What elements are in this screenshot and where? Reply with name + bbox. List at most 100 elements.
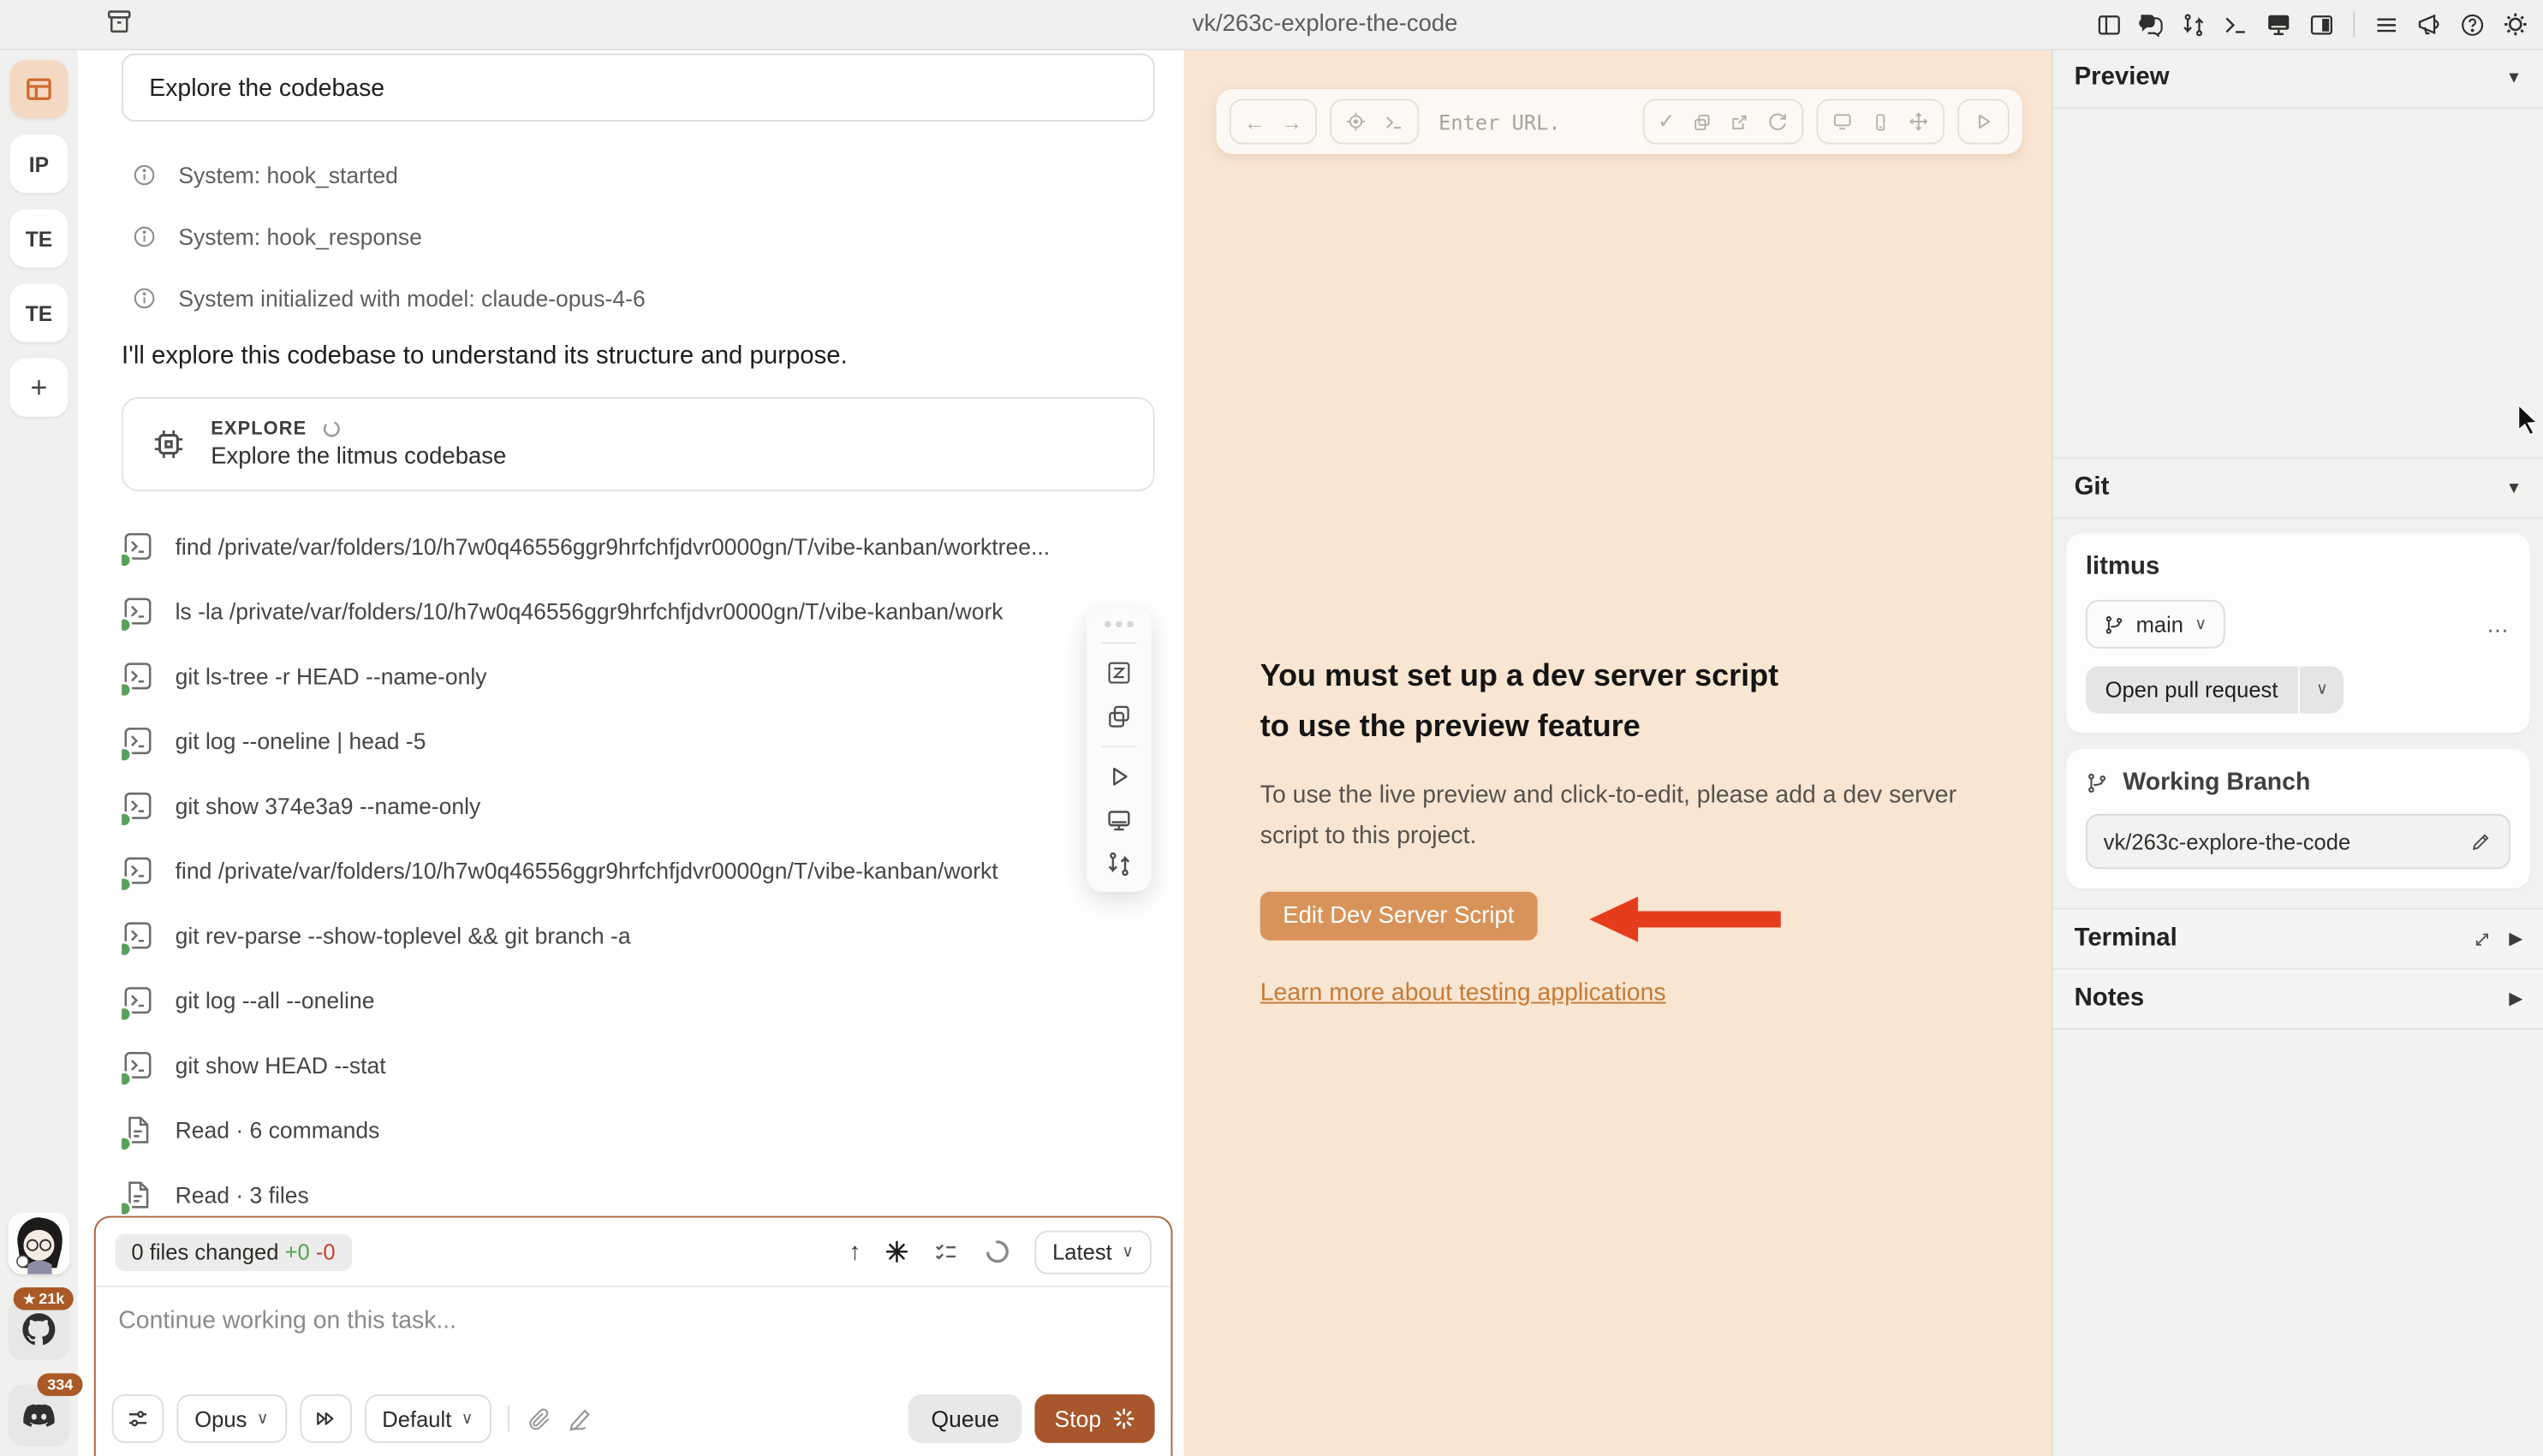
- step-row[interactable]: git log --all --oneline: [122, 968, 1155, 1033]
- discord-icon: [20, 1396, 58, 1435]
- toolbar-divider: [2353, 11, 2355, 37]
- floating-actions-toolbar: [1087, 608, 1152, 891]
- sidebar-item-kanban-active[interactable]: [9, 60, 68, 118]
- mobile-view-icon[interactable]: [1870, 111, 1891, 133]
- task-title-card[interactable]: Explore the codebase: [122, 54, 1155, 122]
- device-group: [1816, 99, 1944, 145]
- preview-pane: ← → Enter URL. ✓: [1184, 49, 2052, 1456]
- sparkle-icon[interactable]: [884, 1239, 909, 1264]
- back-icon[interactable]: ←: [1244, 110, 1266, 134]
- step-row[interactable]: git show HEAD --stat: [122, 1033, 1155, 1098]
- base-branch-dropdown[interactable]: main ∨: [2086, 600, 2224, 649]
- step-row[interactable]: ls -la /private/var/folders/10/h7w0q4655…: [122, 579, 1155, 644]
- explore-title: Explore the litmus codebase: [211, 444, 506, 470]
- chat-icon[interactable]: [2137, 10, 2165, 38]
- explore-tool-card[interactable]: EXPLORE Explore the litmus codebase: [122, 397, 1155, 491]
- toggle-right-panel-icon[interactable]: [2308, 10, 2335, 38]
- files-changed-bar: 0 files changed +0 -0 ↑ Latest∨: [96, 1217, 1171, 1287]
- fast-forward-button[interactable]: [300, 1394, 352, 1443]
- sidebar-item-workspace-te1[interactable]: TE: [9, 209, 68, 267]
- sidebar-item-workspace-te2[interactable]: TE: [9, 283, 68, 342]
- file-read-icon: [122, 1179, 154, 1211]
- step-row[interactable]: git show 374e3a9 --name-only: [122, 774, 1155, 839]
- monitor-icon[interactable]: [2264, 9, 2293, 39]
- working-branch-value: vk/263c-explore-the-code: [2104, 829, 2351, 853]
- notes-section-header[interactable]: Notes ▶: [2053, 970, 2543, 1030]
- discord-count-badge: 334: [38, 1373, 83, 1396]
- scroll-up-icon[interactable]: ↑: [849, 1238, 861, 1265]
- more-options-icon[interactable]: …: [2486, 611, 2510, 637]
- github-link[interactable]: ★21k: [8, 1299, 69, 1360]
- check-icon[interactable]: ✓: [1658, 109, 1676, 134]
- copy-icon[interactable]: [1105, 702, 1134, 731]
- triangle-down-icon: ▼: [2506, 69, 2522, 87]
- checklist-icon[interactable]: [932, 1238, 960, 1265]
- settings-gear-icon[interactable]: [2501, 9, 2530, 39]
- open-pull-request-button[interactable]: Open pull request: [2086, 666, 2297, 713]
- preview-section-body: [2053, 109, 2543, 459]
- monitor-icon[interactable]: [1105, 805, 1134, 835]
- edit-dev-server-script-button[interactable]: Edit Dev Server Script: [1260, 892, 1537, 941]
- git-compare-icon[interactable]: [1105, 850, 1134, 879]
- refresh-icon[interactable]: [1766, 110, 1790, 134]
- desktop-view-icon[interactable]: [1831, 110, 1854, 134]
- step-row[interactable]: git rev-parse --show-toplevel && git bra…: [122, 903, 1155, 968]
- play-icon[interactable]: [1972, 110, 1995, 134]
- working-branch-card: Working Branch vk/263c-explore-the-code: [2066, 749, 2530, 888]
- toggle-left-panel-icon[interactable]: [2095, 10, 2123, 38]
- sidebar-item-workspace-ip[interactable]: IP: [9, 134, 68, 193]
- megaphone-icon[interactable]: [2415, 9, 2444, 39]
- preview-section-header[interactable]: Preview ▼: [2053, 49, 2543, 109]
- run-group: [1957, 99, 2010, 145]
- git-compare-icon[interactable]: [2180, 10, 2207, 38]
- play-icon[interactable]: [1105, 762, 1134, 791]
- signature-pen-icon[interactable]: [566, 1404, 595, 1433]
- message-input[interactable]: [96, 1287, 1109, 1344]
- open-pull-request-dropdown[interactable]: ∨: [2300, 666, 2344, 713]
- git-section-title: Git: [2075, 473, 2110, 502]
- target-icon[interactable]: [1344, 110, 1367, 134]
- forward-icon[interactable]: →: [1281, 110, 1302, 134]
- chat-scroll-area[interactable]: Explore the codebase System: hook_starte…: [122, 54, 1155, 1249]
- step-row[interactable]: Read · 6 commands: [122, 1097, 1155, 1162]
- queue-button[interactable]: Queue: [908, 1394, 1022, 1443]
- open-in-zed-icon[interactable]: [1105, 658, 1134, 687]
- open-external-icon[interactable]: [1729, 111, 1750, 133]
- git-section-header[interactable]: Git ▼: [2053, 459, 2543, 519]
- settings-sliders-button[interactable]: [112, 1394, 164, 1443]
- step-row[interactable]: find /private/var/folders/10/h7w0q46556g…: [122, 838, 1155, 903]
- menu-icon[interactable]: [2373, 10, 2400, 38]
- add-workspace-button[interactable]: +: [9, 359, 68, 417]
- working-branch-field[interactable]: vk/263c-explore-the-code: [2086, 814, 2510, 869]
- learn-more-link[interactable]: Learn more about testing applications: [1260, 979, 1666, 1007]
- edit-pencil-icon[interactable]: [2470, 830, 2493, 853]
- url-input[interactable]: Enter URL.: [1432, 110, 1630, 134]
- expand-icon[interactable]: [2472, 928, 2493, 949]
- copy-icon[interactable]: [1692, 111, 1713, 133]
- workspace-initials: TE: [26, 300, 52, 324]
- terminal-icon[interactable]: [2222, 10, 2249, 38]
- attach-file-icon[interactable]: [525, 1405, 552, 1432]
- top-bar: vk/263c-explore-the-code: [0, 0, 2543, 51]
- step-row[interactable]: git ls-tree -r HEAD --name-only: [122, 644, 1155, 709]
- profile-dropdown[interactable]: Default∨: [364, 1394, 491, 1443]
- help-icon[interactable]: [2459, 10, 2486, 38]
- terminal-section-header[interactable]: Terminal ▶: [2053, 910, 2543, 970]
- step-row[interactable]: find /private/var/folders/10/h7w0q46556g…: [122, 514, 1155, 579]
- drag-handle-icon[interactable]: [1105, 621, 1134, 627]
- step-row[interactable]: git log --oneline | head -5: [122, 709, 1155, 774]
- latest-dropdown[interactable]: Latest∨: [1034, 1230, 1152, 1274]
- success-dot: [122, 684, 129, 695]
- model-dropdown[interactable]: Opus∨: [176, 1394, 286, 1443]
- files-changed-pill[interactable]: 0 files changed +0 -0: [115, 1233, 351, 1270]
- chevron-down-icon: ∨: [1122, 1243, 1134, 1261]
- success-dot: [122, 1073, 129, 1085]
- move-resize-icon[interactable]: [1907, 110, 1930, 134]
- app-window: vk/263c-explore-the-code IP TE TE +: [0, 0, 2543, 1456]
- terminal-icon[interactable]: [1384, 111, 1405, 133]
- stop-button[interactable]: Stop: [1035, 1394, 1155, 1443]
- discord-link[interactable]: 334: [8, 1385, 69, 1447]
- user-avatar[interactable]: [8, 1213, 69, 1275]
- star-icon: ★: [23, 1290, 35, 1306]
- terminal-command-icon: [122, 1049, 154, 1082]
